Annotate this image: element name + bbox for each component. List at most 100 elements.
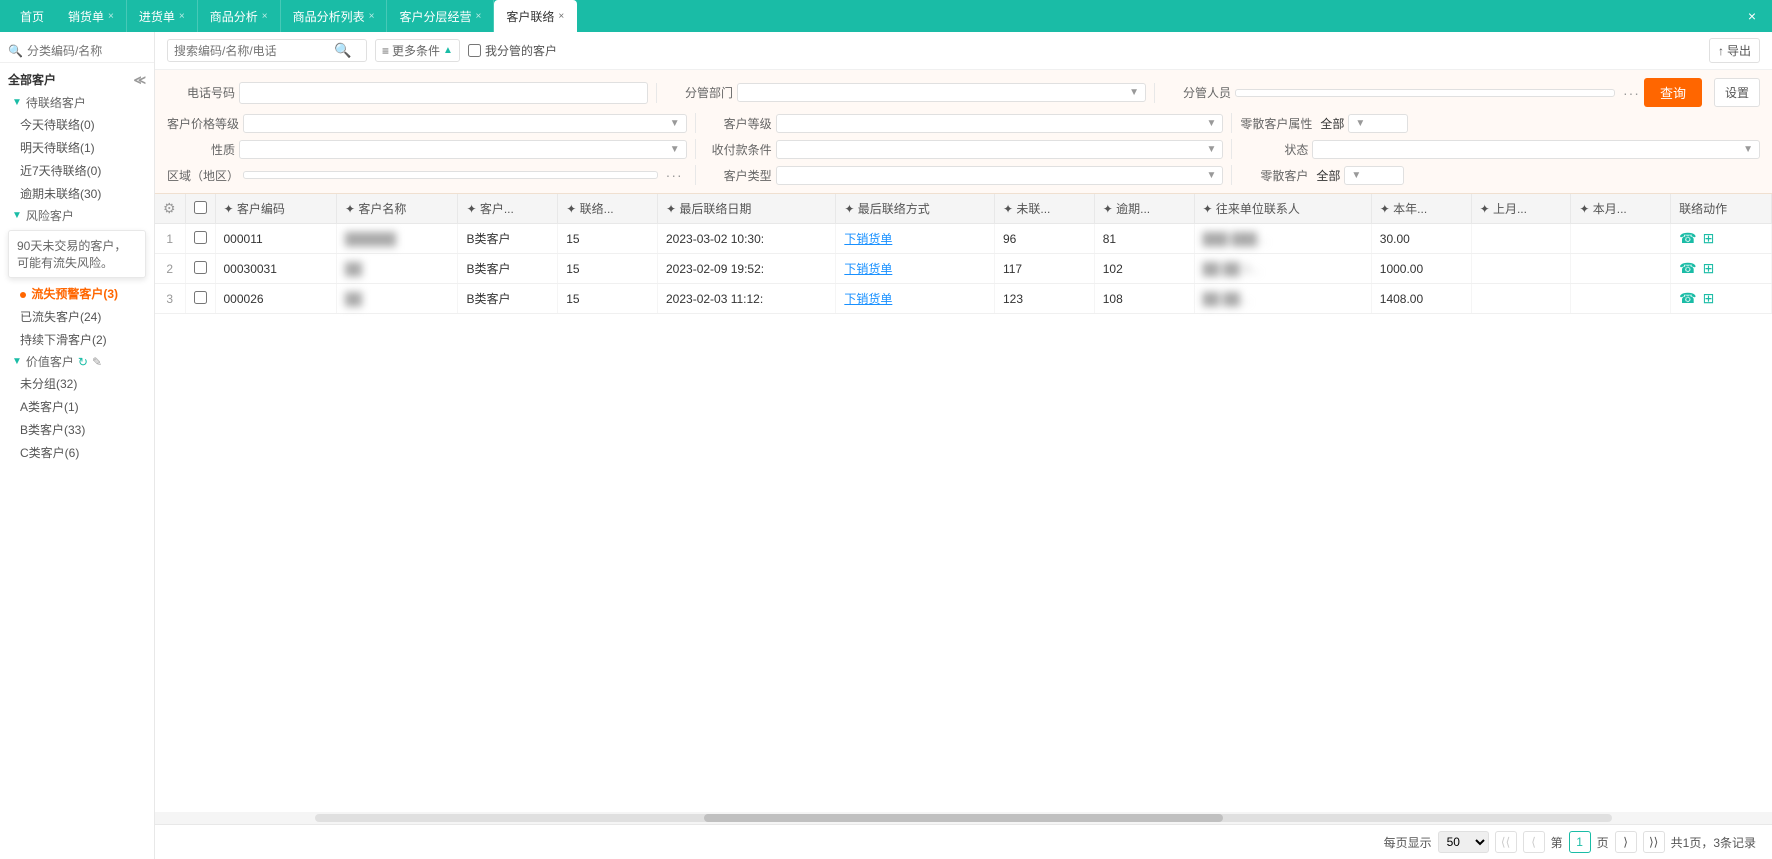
filter-phone-input[interactable] [239, 82, 648, 104]
nav-global-close-button[interactable]: × [1740, 8, 1764, 24]
th-contact: ✦ 联络... [558, 194, 658, 224]
zero-attr-down-arrow-icon: ▼ [1355, 118, 1365, 129]
sidebar-item-declining[interactable]: 持续下滑客户(2) [0, 328, 154, 351]
row-last-date-2: 2023-02-03 11:12: [658, 284, 836, 314]
close-analysis-tab-icon[interactable]: × [262, 11, 268, 22]
first-page-button[interactable]: ⟨⟨ [1495, 831, 1517, 853]
edit-value-icon[interactable]: ✎ [92, 355, 102, 369]
sidebar-group-pending[interactable]: ▼ 待联络客户 [0, 92, 154, 113]
refresh-icon[interactable]: ↻ [78, 355, 88, 369]
more-action-icon[interactable]: ⊞ [1703, 260, 1715, 277]
sidebar-item-lost-warning[interactable]: 流失预警客户(3) [0, 282, 154, 305]
sidebar-item-ungrouped[interactable]: 未分组(32) [0, 372, 154, 395]
th-code-label: ✦ [224, 202, 237, 216]
contact-action-icon[interactable]: ☎ [1679, 290, 1696, 307]
row-checkbox[interactable] [194, 291, 207, 304]
close-sales-tab-icon[interactable]: × [108, 11, 114, 22]
more-conditions-button[interactable]: ≡ 更多条件 ▲ [375, 39, 460, 62]
more-action-icon[interactable]: ⊞ [1703, 290, 1715, 307]
nav-tab-purchase[interactable]: 进货单 × [127, 0, 198, 32]
sidebar-group-value[interactable]: ▼ 价值客户 ↻ ✎ [0, 351, 154, 372]
filter-payment-select[interactable]: ▼ [776, 140, 1224, 159]
filter-customer-type-select[interactable]: ▼ [776, 166, 1224, 185]
sidebar-item-class-a[interactable]: A类客户(1) [0, 395, 154, 418]
filter-customer-grade-select[interactable]: ▼ [776, 114, 1224, 133]
close-customer-layer-tab-icon[interactable]: × [475, 11, 481, 22]
th-name-label: ✦ [345, 202, 358, 216]
last-method-link[interactable]: 下销货单 [844, 292, 892, 306]
filter-zero-attr-select[interactable]: ▼ [1348, 114, 1408, 133]
last-page-button[interactable]: ⟩⟩ [1643, 831, 1665, 853]
th-name: ✦ 客户名称 [336, 194, 457, 224]
filter-region-dots[interactable]: ··· [662, 167, 687, 183]
nav-tab-home[interactable]: 首页 [8, 0, 56, 32]
close-analysis-list-tab-icon[interactable]: × [369, 11, 375, 22]
more-action-icon[interactable]: ⊞ [1703, 230, 1715, 247]
last-method-link[interactable]: 下销货单 [844, 232, 892, 246]
close-purchase-tab-icon[interactable]: × [179, 11, 185, 22]
th-unit-contact: ✦ 往来单位联系人 [1194, 194, 1371, 224]
search-button-icon[interactable]: 🔍 [334, 42, 351, 59]
last-method-link[interactable]: 下销货单 [844, 262, 892, 276]
contact-action-icon[interactable]: ☎ [1679, 260, 1696, 277]
select-all-checkbox[interactable] [194, 201, 207, 214]
filter-gender-select[interactable]: ▼ [239, 140, 687, 159]
my-customers-checkbox[interactable] [468, 44, 481, 57]
table-settings-gear-icon[interactable]: ⚙ [163, 200, 176, 216]
row-num-2: 3 [155, 284, 185, 314]
row-code-2: 000026 [215, 284, 336, 314]
search-input[interactable] [174, 44, 334, 58]
filter-zero-attr-value: 全部 [1320, 115, 1344, 132]
nav-tab-customer-contact[interactable]: 客户联络 × [494, 0, 577, 32]
row-checkbox[interactable] [194, 261, 207, 274]
sidebar-search-input[interactable] [27, 44, 146, 58]
nav-tab-sales[interactable]: 销货单 × [56, 0, 127, 32]
scrollbar-thumb[interactable] [704, 814, 1223, 822]
filter-person-dots[interactable]: ··· [1619, 85, 1644, 101]
sidebar-item-class-c[interactable]: C类客户(6) [0, 441, 154, 464]
filter-price-grade-select[interactable]: ▼ [243, 114, 687, 133]
filter-region-label: 区域（地区） [167, 167, 239, 184]
next-page-button[interactable]: ⟩ [1615, 831, 1637, 853]
contact-action-icon[interactable]: ☎ [1679, 230, 1696, 247]
sidebar-item-today[interactable]: 今天待联络(0) [0, 113, 154, 136]
export-button[interactable]: ↑ 导出 [1709, 38, 1760, 63]
filter-person-select[interactable] [1235, 89, 1615, 97]
value-group-arrow-icon: ▼ [12, 356, 22, 367]
nav-tab-analysis-list[interactable]: 商品分析列表 × [281, 0, 388, 32]
filter-region-select[interactable] [243, 171, 658, 179]
query-button[interactable]: 查询 [1644, 78, 1702, 107]
filter-panel: 电话号码 分管部门 ▼ 分管人员 ··· [155, 70, 1772, 194]
row-actions-1: ☎ ⊞ [1671, 254, 1772, 284]
per-page-select[interactable]: 50 100 200 [1438, 831, 1489, 853]
sidebar-item-7days[interactable]: 近7天待联络(0) [0, 159, 154, 182]
prev-page-button[interactable]: ⟨ [1523, 831, 1545, 853]
row-checkbox[interactable] [194, 231, 207, 244]
filter-status-select[interactable]: ▼ [1312, 140, 1760, 159]
sidebar-item-already-lost[interactable]: 已流失客户(24) [0, 305, 154, 328]
unit-contact-blurred: ██ ██... [1203, 292, 1250, 306]
horizontal-scrollbar[interactable] [155, 812, 1772, 824]
close-customer-contact-tab-icon[interactable]: × [558, 11, 564, 22]
th-last-contact-date: ✦ 最后联络日期 [658, 194, 836, 224]
nav-tab-analysis[interactable]: 商品分析 × [198, 0, 281, 32]
sidebar-collapse-icon[interactable]: ≪ [133, 73, 146, 87]
sidebar-item-class-b[interactable]: B类客户(33) [0, 418, 154, 441]
row-num-0: 1 [155, 224, 185, 254]
row-last-method-1: 下销货单 [836, 254, 995, 284]
sidebar-all-customers-header[interactable]: 全部客户 ≪ [0, 67, 154, 92]
settings-button[interactable]: 设置 [1714, 78, 1760, 107]
customer-type-down-arrow-icon: ▼ [1206, 170, 1216, 181]
sidebar-item-tomorrow[interactable]: 明天待联络(1) [0, 136, 154, 159]
sidebar-group-risk[interactable]: ▼ 风险客户 [0, 205, 154, 226]
filter-dept-select[interactable]: ▼ [737, 83, 1146, 102]
filter-zero-customer-select[interactable]: ▼ [1344, 166, 1404, 185]
sidebar-item-overdue[interactable]: 逾期未联络(30) [0, 182, 154, 205]
filter-row-3: 性质 ▼ 收付款条件 ▼ 状态 ▼ [167, 139, 1760, 159]
filter-zero-attr-label: 零散客户属性 [1240, 115, 1312, 132]
filter-dept-label: 分管部门 [665, 84, 733, 101]
customer-name-blurred: ██ [345, 292, 362, 306]
th-code: ✦ 客户编码 [215, 194, 336, 224]
nav-tab-customer-layer[interactable]: 客户分层经营 × [387, 0, 494, 32]
zero-customer-down-arrow-icon: ▼ [1351, 170, 1361, 181]
